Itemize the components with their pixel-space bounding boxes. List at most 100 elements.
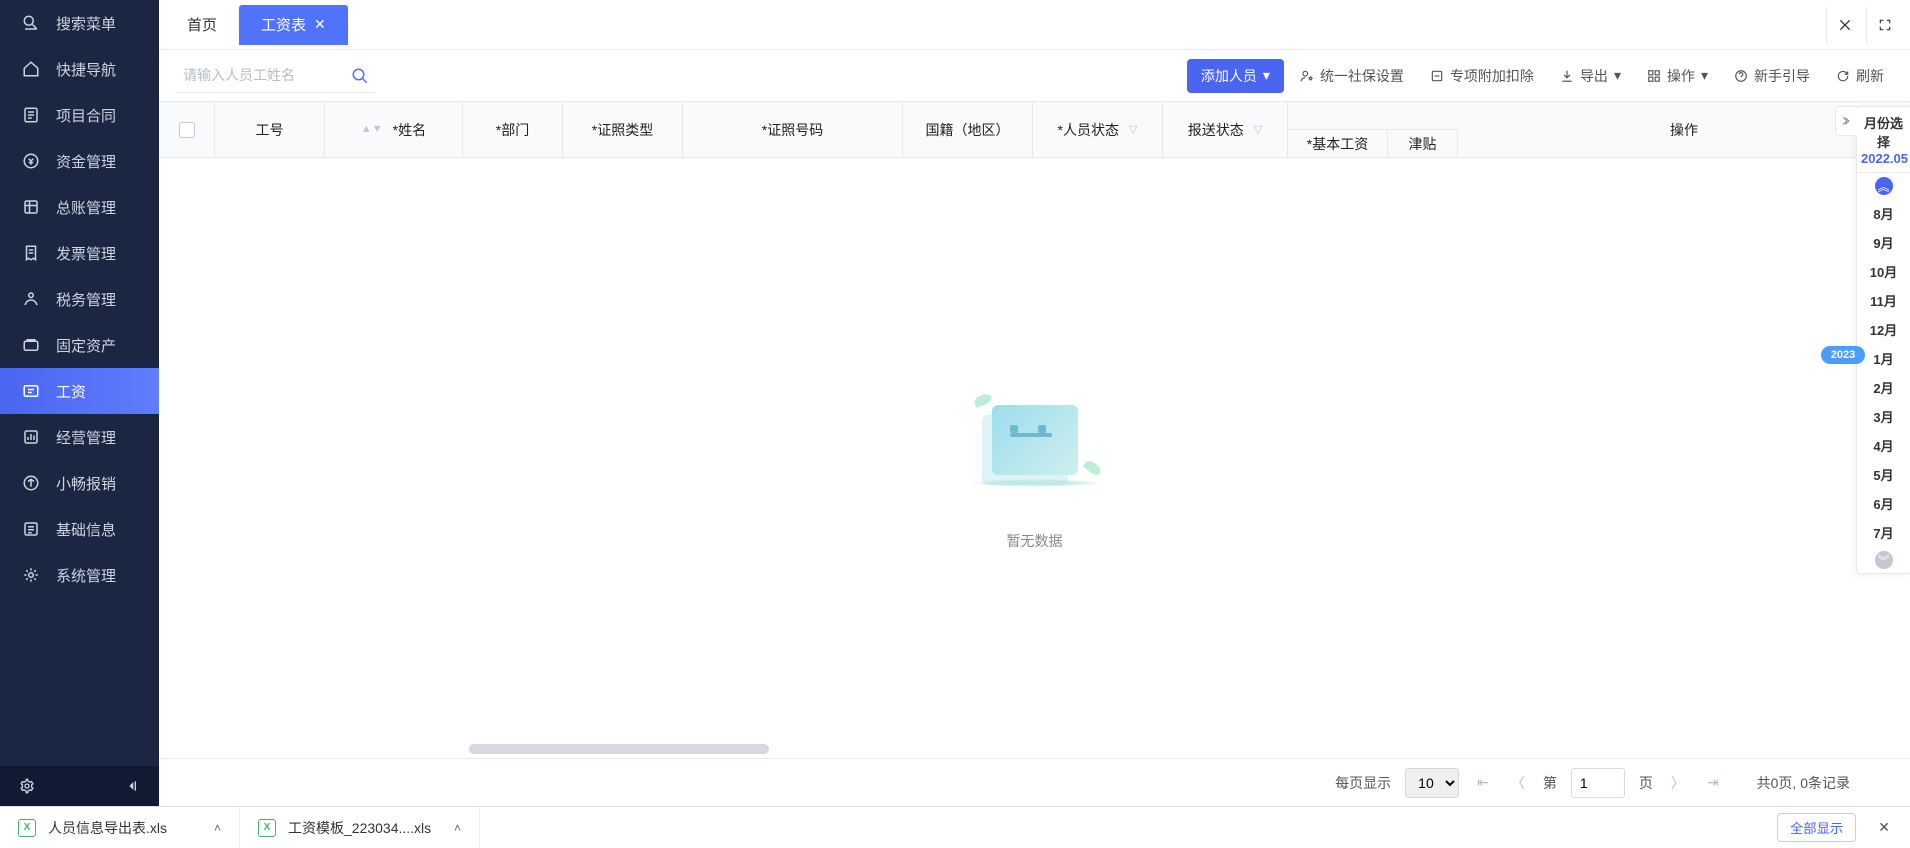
month-option[interactable]: 6月 <box>1857 489 1910 518</box>
col-cert-no[interactable]: *证照号码 <box>683 102 903 157</box>
sidebar-item-label: 基础信息 <box>56 519 116 540</box>
month-option[interactable]: 12月 <box>1857 315 1910 344</box>
chevron-down-icon: ▾ <box>1614 67 1621 84</box>
col-checkbox[interactable] <box>159 102 215 157</box>
help-icon <box>1734 69 1748 83</box>
salary-icon <box>22 382 42 400</box>
col-dept[interactable]: *部门 <box>463 102 563 157</box>
sort-icon[interactable]: ▲▼ <box>361 124 383 135</box>
per-page-select[interactable]: 10 <box>1405 768 1459 798</box>
month-option[interactable]: 2月 <box>1857 373 1910 402</box>
download-item[interactable]: 工资模板_223034....xls ˄ <box>240 807 480 848</box>
month-scroll-down[interactable]: ︾ <box>1857 547 1910 573</box>
page-summary: 共0页, 0条记录 <box>1757 773 1850 793</box>
month-head: 月份选择 2022.05 <box>1857 107 1910 173</box>
first-page-button[interactable]: ⇤ <box>1473 774 1493 791</box>
chevron-up-icon[interactable]: ˄ <box>214 821 221 835</box>
refresh-button[interactable]: 刷新 <box>1826 59 1894 93</box>
sidebar-item-label: 资金管理 <box>56 151 116 172</box>
month-option[interactable]: 4月 <box>1857 431 1910 460</box>
month-scroll-up[interactable]: ︽ <box>1857 173 1910 199</box>
sidebar-item-label: 搜索菜单 <box>56 13 116 34</box>
col-cert-type[interactable]: *证照类型 <box>563 102 683 157</box>
sidebar-item-label: 快捷导航 <box>56 59 116 80</box>
last-page-button[interactable]: ⇥ <box>1703 774 1723 791</box>
next-page-button[interactable]: 〉 <box>1667 773 1689 793</box>
show-all-downloads-button[interactable]: 全部显示 <box>1777 813 1856 842</box>
guide-button[interactable]: 新手引导 <box>1724 59 1820 93</box>
month-option[interactable]: 8月 <box>1857 199 1910 228</box>
sidebar-item-reimburse[interactable]: 小畅报销 <box>0 460 159 506</box>
fullscreen-button[interactable] <box>1866 7 1902 43</box>
sidebar-item-asset[interactable]: 固定资产 <box>0 322 159 368</box>
social-settings-button[interactable]: 统一社保设置 <box>1290 59 1414 93</box>
tab-close-icon[interactable]: ✕ <box>314 16 326 33</box>
month-option[interactable]: 11月 <box>1857 286 1910 315</box>
sidebar-item-invoice[interactable]: 发票管理 <box>0 230 159 276</box>
month-expand-toggle[interactable] <box>1835 106 1857 136</box>
sidebar-item-salary[interactable]: 工资 <box>0 368 159 414</box>
add-person-label: 添加人员 <box>1201 66 1257 86</box>
filter-icon[interactable]: ▽ <box>1254 123 1262 136</box>
sidebar-item-base-info[interactable]: 基础信息 <box>0 506 159 552</box>
sidebar-item-search-menu[interactable]: 搜索菜单 <box>0 0 159 46</box>
export-button[interactable]: 导出 ▾ <box>1550 59 1631 93</box>
ledger-icon <box>22 198 42 216</box>
home-icon <box>22 60 42 78</box>
scrollbar-thumb[interactable] <box>469 744 769 754</box>
ops-icon <box>1647 69 1661 83</box>
month-option[interactable]: 3月 <box>1857 402 1910 431</box>
col-nation[interactable]: 国籍（地区） <box>903 102 1033 157</box>
search-icon[interactable] <box>351 67 369 85</box>
sidebar-item-contract[interactable]: 项目合同 <box>0 92 159 138</box>
download-item[interactable]: 人员信息导出表.xls ˄ <box>0 807 240 848</box>
gear-icon[interactable] <box>18 777 36 795</box>
page-input[interactable] <box>1571 768 1625 798</box>
xls-icon <box>18 819 36 837</box>
col-id[interactable]: 工号 <box>215 102 325 157</box>
col-base-salary[interactable]: *基本工资 <box>1288 130 1388 157</box>
user-gear-icon <box>1300 69 1314 83</box>
per-page-label: 每页显示 <box>1335 773 1391 793</box>
sidebar-item-operation[interactable]: 经营管理 <box>0 414 159 460</box>
sidebar-item-funds[interactable]: 资金管理 <box>0 138 159 184</box>
ops-button[interactable]: 操作 ▾ <box>1637 59 1718 93</box>
special-deduct-button[interactable]: 专项附加扣除 <box>1420 59 1544 93</box>
col-name[interactable]: ▲▼ *姓名 <box>325 102 463 157</box>
sidebar-item-quick-nav[interactable]: 快捷导航 <box>0 46 159 92</box>
add-person-button[interactable]: 添加人员 ▾ <box>1187 59 1284 93</box>
col-status[interactable]: *人员状态 ▽ <box>1033 102 1163 157</box>
horizontal-scrollbar[interactable] <box>159 742 1910 756</box>
chevron-up-icon[interactable]: ˄ <box>454 821 461 835</box>
prev-page-button[interactable]: 〈 <box>1507 773 1529 793</box>
page-suffix: 页 <box>1639 773 1653 793</box>
toolbar: 添加人员 ▾ 统一社保设置 专项附加扣除 导出 ▾ 操作 ▾ <box>159 50 1910 102</box>
col-allowance[interactable]: 津贴 <box>1388 130 1458 157</box>
close-button[interactable] <box>1826 7 1862 43</box>
month-option[interactable]: 10月 <box>1857 257 1910 286</box>
col-report[interactable]: 报送状态 ▽ <box>1163 102 1288 157</box>
month-option[interactable]: 5月 <box>1857 460 1910 489</box>
table-area: 工号 ▲▼ *姓名 *部门 *证照类型 *证照号码 国籍（地区） *人员状态 ▽… <box>159 102 1910 806</box>
contract-icon <box>22 106 42 124</box>
sidebar-items: 搜索菜单 快捷导航 项目合同 资金管理 总账管理 <box>0 0 159 766</box>
sidebar-item-label: 税务管理 <box>56 289 116 310</box>
base-info-icon <box>22 520 42 538</box>
tab-home[interactable]: 首页 <box>165 5 239 45</box>
tab-label: 首页 <box>187 14 217 35</box>
tab-salary-sheet[interactable]: 工资表 ✕ <box>239 5 348 45</box>
deduct-icon <box>1430 69 1444 83</box>
month-option[interactable]: 9月 <box>1857 228 1910 257</box>
sidebar-item-system[interactable]: 系统管理 <box>0 552 159 598</box>
sidebar-item-label: 工资 <box>56 381 86 402</box>
sidebar-item-tax[interactable]: 税务管理 <box>0 276 159 322</box>
month-option[interactable]: 7月 <box>1857 518 1910 547</box>
search-input[interactable] <box>175 59 375 93</box>
collapse-icon[interactable] <box>123 777 141 795</box>
close-downloads-icon[interactable]: ✕ <box>1878 819 1890 836</box>
sidebar-item-ledger[interactable]: 总账管理 <box>0 184 159 230</box>
system-icon <box>22 566 42 584</box>
month-option[interactable]: 1月2023 <box>1857 344 1910 373</box>
col-salary-group: *基本工资 津贴 <box>1288 102 1458 157</box>
filter-icon[interactable]: ▽ <box>1129 123 1137 136</box>
